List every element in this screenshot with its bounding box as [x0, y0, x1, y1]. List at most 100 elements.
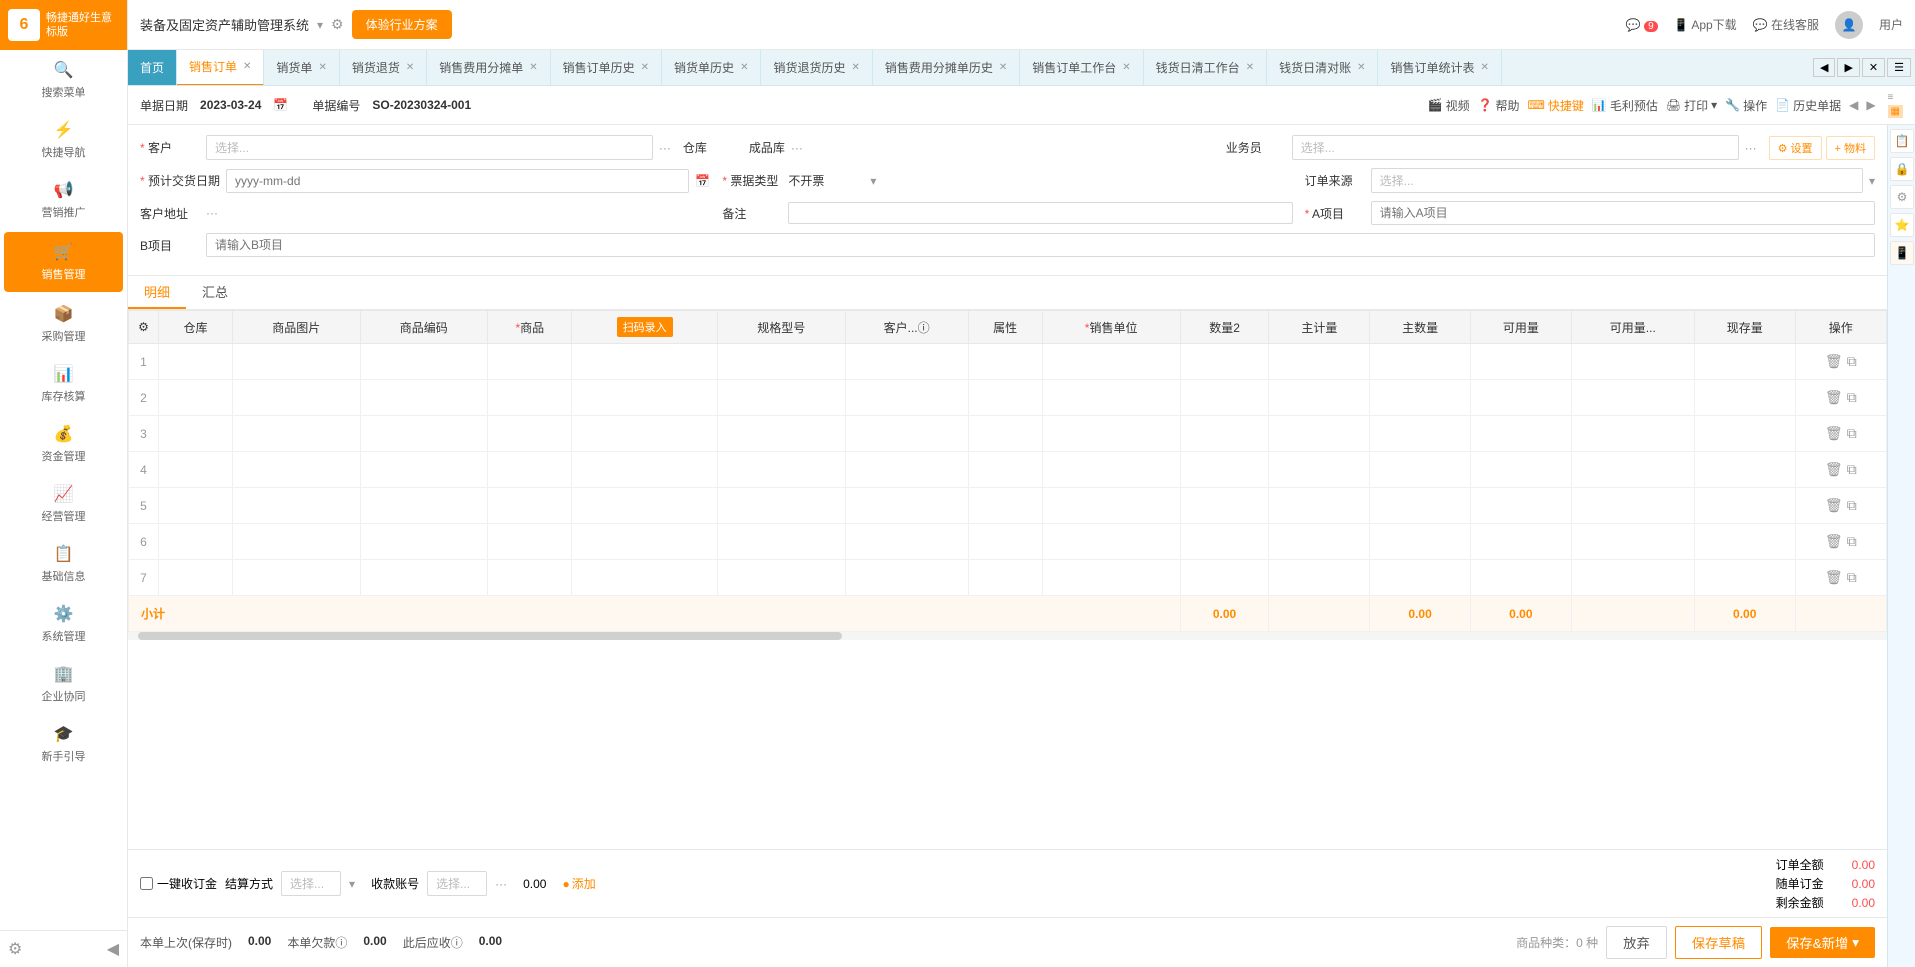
- cell-spec-2[interactable]: [717, 380, 845, 416]
- table-scrollbar[interactable]: [128, 632, 1887, 640]
- sidebar-item-sales[interactable]: 🛒销售管理: [4, 232, 123, 292]
- history-btn[interactable]: 📄 历史单据: [1775, 97, 1841, 114]
- invoice-dropdown-icon[interactable]: ▾: [870, 174, 876, 188]
- tab-10[interactable]: 钱货日清工作台✕: [1144, 50, 1267, 86]
- tab-close-3[interactable]: ✕: [406, 62, 414, 73]
- tab-0[interactable]: 首页: [128, 50, 177, 86]
- sidebar-item-quick-nav[interactable]: ⚡快捷导航: [0, 110, 127, 170]
- view-list-icon[interactable]: ≡: [1888, 92, 1903, 103]
- cell-code-4[interactable]: [360, 452, 488, 488]
- cell-code-3[interactable]: [360, 416, 488, 452]
- gear-icon[interactable]: ⚙: [138, 320, 149, 334]
- copy-icon-6[interactable]: ⧉: [1847, 533, 1857, 550]
- cell-main-qty-7[interactable]: [1370, 560, 1471, 596]
- tabs-close-all[interactable]: ✕: [1862, 58, 1885, 77]
- delete-icon-4[interactable]: 🗑: [1825, 461, 1843, 478]
- copy-icon-4[interactable]: ⧉: [1847, 461, 1857, 478]
- tabs-prev[interactable]: ◀: [1813, 58, 1835, 77]
- sidebar-item-enterprise[interactable]: 🏢企业协同: [0, 654, 127, 714]
- profit-btn[interactable]: 📊 毛利预估: [1592, 97, 1658, 114]
- delete-icon-2[interactable]: 🗑: [1825, 389, 1843, 406]
- app-download[interactable]: 📱 App下载: [1674, 16, 1737, 33]
- copy-icon-3[interactable]: ⧉: [1847, 425, 1857, 442]
- cell-qty2-1[interactable]: [1180, 344, 1269, 380]
- sidebar-item-inventory[interactable]: 📊库存核算: [0, 354, 127, 414]
- settings-right-btn[interactable]: ⚙ 设置: [1769, 136, 1822, 160]
- cell-main-qty-1[interactable]: [1370, 344, 1471, 380]
- tab-2[interactable]: 销货单✕: [264, 50, 339, 86]
- panel-btn-5[interactable]: 📱: [1890, 241, 1914, 265]
- tab-4[interactable]: 销售费用分摊单✕: [427, 50, 550, 86]
- nav-next[interactable]: ▶: [1866, 98, 1875, 112]
- cell-qty2-5[interactable]: [1180, 488, 1269, 524]
- tab-close-7[interactable]: ✕: [851, 62, 859, 73]
- cell-attr-7[interactable]: [968, 560, 1042, 596]
- col-settings[interactable]: ⚙: [129, 311, 159, 344]
- online-service[interactable]: 💬 在线客服: [1753, 16, 1819, 33]
- cell-code-5[interactable]: [360, 488, 488, 524]
- cell-unit-1[interactable]: [1042, 344, 1180, 380]
- cell-attr-4[interactable]: [968, 452, 1042, 488]
- cell-product-5[interactable]: [488, 488, 572, 524]
- save-new-button[interactable]: 保存&新增 ▾: [1770, 927, 1875, 958]
- tab-close-4[interactable]: ✕: [529, 62, 537, 73]
- panel-btn-4[interactable]: ⭐: [1890, 213, 1914, 237]
- cell-unit-3[interactable]: [1042, 416, 1180, 452]
- panel-btn-2[interactable]: 🔒: [1890, 157, 1914, 181]
- cell-warehouse-7[interactable]: [159, 560, 233, 596]
- username[interactable]: 用户: [1879, 16, 1903, 33]
- cell-code-2[interactable]: [360, 380, 488, 416]
- cell-spec-5[interactable]: [717, 488, 845, 524]
- cell-unit-4[interactable]: [1042, 452, 1180, 488]
- b-project-input[interactable]: [206, 233, 1875, 257]
- cell-customer-3[interactable]: [845, 416, 968, 452]
- staff-input[interactable]: 选择...: [1292, 135, 1739, 160]
- cell-code-1[interactable]: [360, 344, 488, 380]
- cell-warehouse-4[interactable]: [159, 452, 233, 488]
- cell-main-qty-4[interactable]: [1370, 452, 1471, 488]
- discard-button[interactable]: 放弃: [1606, 926, 1667, 959]
- address-more[interactable]: ···: [206, 206, 218, 220]
- a-project-input[interactable]: [1371, 201, 1875, 225]
- tab-1[interactable]: 销售订单✕: [177, 50, 264, 86]
- panel-btn-3[interactable]: ⚙: [1890, 185, 1914, 209]
- copy-icon-2[interactable]: ⧉: [1847, 389, 1857, 406]
- cell-product-7[interactable]: [488, 560, 572, 596]
- cell-attr-2[interactable]: [968, 380, 1042, 416]
- calendar-icon[interactable]: 📅: [273, 98, 288, 112]
- staff-more[interactable]: ···: [1745, 141, 1757, 155]
- cell-attr-5[interactable]: [968, 488, 1042, 524]
- cell-spec-3[interactable]: [717, 416, 845, 452]
- delete-icon-7[interactable]: 🗑: [1825, 569, 1843, 586]
- tab-5[interactable]: 销售订单历史✕: [551, 50, 662, 86]
- cell-main-qty-3[interactable]: [1370, 416, 1471, 452]
- cell-qty2-3[interactable]: [1180, 416, 1269, 452]
- cell-code-6[interactable]: [360, 524, 488, 560]
- cell-customer-7[interactable]: [845, 560, 968, 596]
- delivery-input[interactable]: [226, 169, 689, 193]
- cell-warehouse-5[interactable]: [159, 488, 233, 524]
- cell-main-qty-6[interactable]: [1370, 524, 1471, 560]
- tab-close-9[interactable]: ✕: [1122, 62, 1130, 73]
- cell-customer-1[interactable]: [845, 344, 968, 380]
- cell-warehouse-2[interactable]: [159, 380, 233, 416]
- sidebar-item-search[interactable]: 🔍搜索菜单: [0, 50, 127, 110]
- tabs-next[interactable]: ▶: [1837, 58, 1859, 77]
- cell-code-7[interactable]: [360, 560, 488, 596]
- tab-close-10[interactable]: ✕: [1246, 62, 1254, 73]
- cell-product-3[interactable]: [488, 416, 572, 452]
- cell-product-1[interactable]: [488, 344, 572, 380]
- customer-input[interactable]: 选择...: [206, 135, 653, 160]
- order-source-dropdown[interactable]: ▾: [1869, 174, 1875, 188]
- order-source-input[interactable]: 选择...: [1371, 168, 1863, 193]
- delete-icon-1[interactable]: 🗑: [1825, 353, 1843, 370]
- cell-unit-6[interactable]: [1042, 524, 1180, 560]
- cell-spec-6[interactable]: [717, 524, 845, 560]
- one-click-checkbox[interactable]: 一键收订金: [140, 875, 217, 892]
- print-btn[interactable]: 🖨 打印 ▾: [1666, 97, 1717, 114]
- sidebar-item-purchase[interactable]: 📦采购管理: [0, 294, 127, 354]
- dropdown-icon[interactable]: ▾: [317, 18, 323, 32]
- solution-button[interactable]: 体验行业方案: [352, 10, 452, 39]
- cell-unit-5[interactable]: [1042, 488, 1180, 524]
- account-more[interactable]: ···: [495, 877, 507, 891]
